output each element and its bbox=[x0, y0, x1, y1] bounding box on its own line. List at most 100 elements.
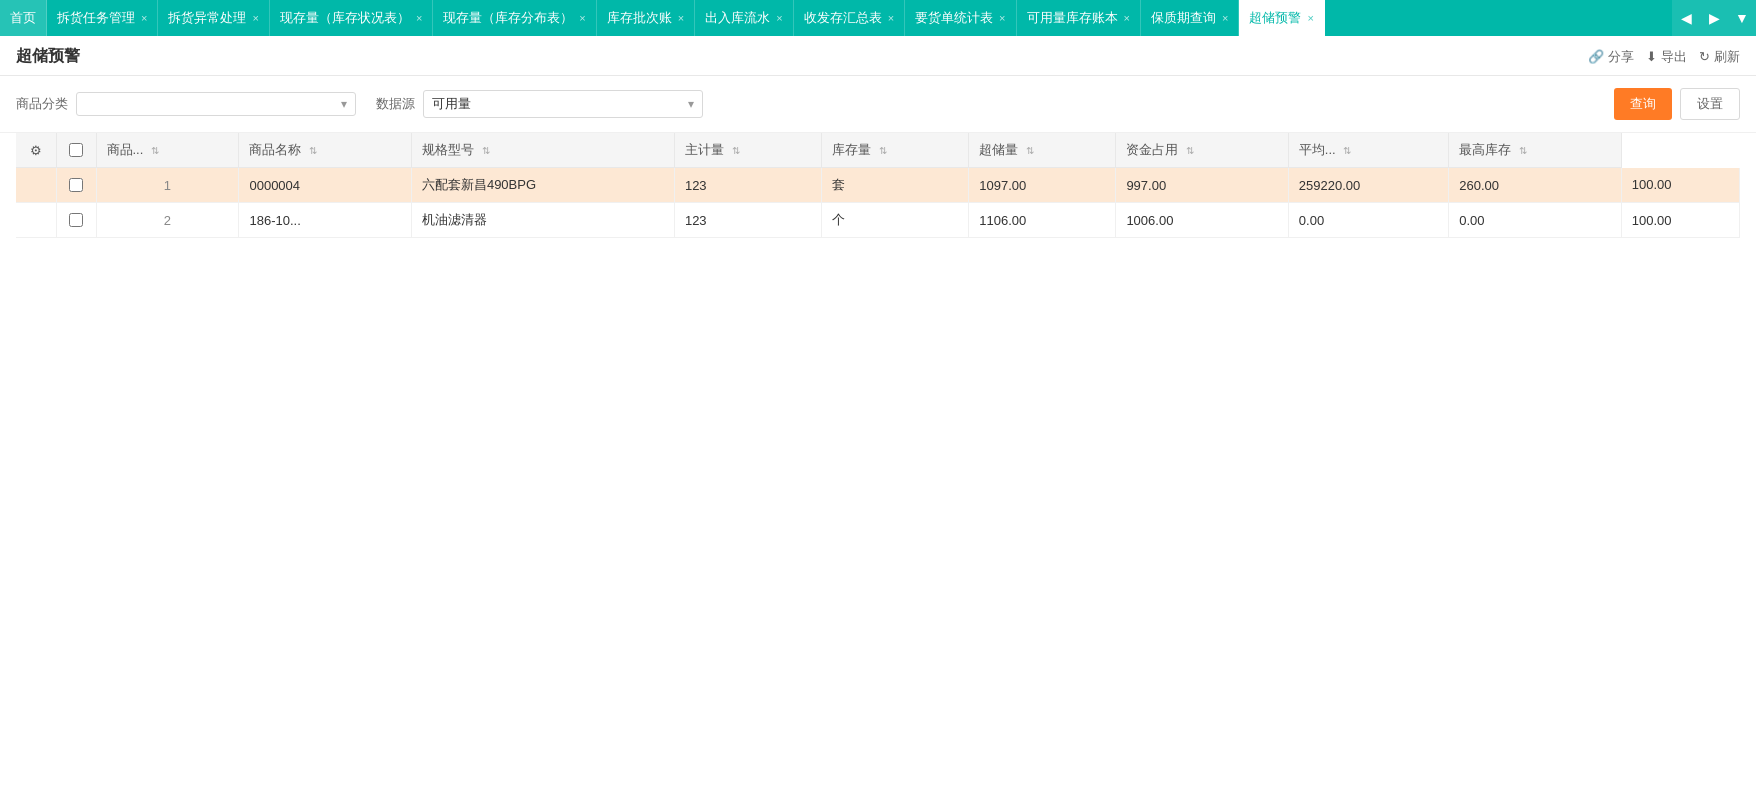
nav-label-available-account: 可用量库存账本 bbox=[1027, 9, 1118, 27]
nav-item-available-account[interactable]: 可用量库存账本 × bbox=[1017, 0, 1141, 36]
row-checkbox-cell bbox=[56, 168, 96, 203]
nav-label-inventory-dist: 现存量（库存分布表） bbox=[443, 9, 573, 27]
category-filter-group: 商品分类 ▾ bbox=[16, 92, 356, 116]
nav-label-batch-account: 库存批次账 bbox=[607, 9, 672, 27]
data-table: ⚙ 商品... ⇅ 商品名称 ⇅ 规格型号 bbox=[16, 133, 1740, 238]
filter-actions: 查询 设置 bbox=[1614, 88, 1740, 120]
nav-arrow-right[interactable]: ▶ bbox=[1700, 0, 1728, 36]
row-settings-cell bbox=[16, 168, 56, 203]
overstock-header[interactable]: 超储量 ⇅ bbox=[969, 133, 1116, 168]
share-button[interactable]: 🔗 分享 bbox=[1588, 48, 1634, 66]
query-button[interactable]: 查询 bbox=[1614, 88, 1672, 120]
nav-label-inventory-status: 现存量（库存状况表） bbox=[280, 9, 410, 27]
chevron-down-icon: ▾ bbox=[688, 97, 694, 111]
nav-label-home: 首页 bbox=[10, 9, 36, 27]
nav-item-home[interactable]: 首页 bbox=[0, 0, 47, 36]
row-checkbox-cell bbox=[56, 203, 96, 238]
close-icon[interactable]: × bbox=[1307, 12, 1313, 24]
nav-label-quality-period: 保质期查询 bbox=[1151, 9, 1216, 27]
stock-cell: 1106.00 bbox=[969, 203, 1116, 238]
spec-header[interactable]: 规格型号 ⇅ bbox=[411, 133, 674, 168]
nav-label-order-stats: 要货单统计表 bbox=[915, 9, 993, 27]
row-settings-cell bbox=[16, 203, 56, 238]
max-stock-cell: 100.00 bbox=[1621, 168, 1739, 203]
product-code-cell: 186-10... bbox=[239, 203, 411, 238]
category-select[interactable]: ▾ bbox=[76, 92, 356, 116]
overstock-cell: 1006.00 bbox=[1116, 203, 1288, 238]
nav-arrows: ◀ ▶ ▼ bbox=[1672, 0, 1756, 36]
datasource-select[interactable]: 可用量 ▾ bbox=[423, 90, 703, 118]
product-name-cell: 机油滤清器 bbox=[411, 203, 674, 238]
overstock-cell: 997.00 bbox=[1116, 168, 1288, 203]
settings-button[interactable]: 设置 bbox=[1680, 88, 1740, 120]
settings-column-header: ⚙ bbox=[16, 133, 56, 168]
close-icon[interactable]: × bbox=[141, 12, 147, 24]
page-header: 超储预警 🔗 分享 ⬇ 导出 ↻ 刷新 bbox=[0, 36, 1756, 76]
export-label: 导出 bbox=[1661, 48, 1687, 66]
nav-item-tuo-huo-task[interactable]: 拆货任务管理 × bbox=[47, 0, 158, 36]
row-checkbox[interactable] bbox=[69, 178, 83, 192]
sort-icon: ⇅ bbox=[1519, 145, 1527, 156]
spec-cell: 123 bbox=[674, 168, 821, 203]
nav-item-collect-summary[interactable]: 收发存汇总表 × bbox=[794, 0, 905, 36]
stock-header[interactable]: 库存量 ⇅ bbox=[822, 133, 969, 168]
nav-item-inout-flow[interactable]: 出入库流水 × bbox=[695, 0, 793, 36]
unit-header[interactable]: 主计量 ⇅ bbox=[674, 133, 821, 168]
nav-arrow-more[interactable]: ▼ bbox=[1728, 0, 1756, 36]
share-icon: 🔗 bbox=[1588, 49, 1604, 64]
sort-icon: ⇅ bbox=[309, 145, 317, 156]
select-all-checkbox[interactable] bbox=[69, 143, 83, 157]
refresh-button[interactable]: ↻ 刷新 bbox=[1699, 48, 1740, 66]
refresh-label: 刷新 bbox=[1714, 48, 1740, 66]
settings-icon[interactable]: ⚙ bbox=[30, 143, 42, 158]
capital-header[interactable]: 资金占用 ⇅ bbox=[1116, 133, 1288, 168]
close-icon[interactable]: × bbox=[1124, 12, 1130, 24]
row-number: 2 bbox=[96, 203, 239, 238]
table-container: ⚙ 商品... ⇅ 商品名称 ⇅ 规格型号 bbox=[0, 133, 1756, 238]
close-icon[interactable]: × bbox=[416, 12, 422, 24]
avg-header[interactable]: 平均... ⇅ bbox=[1288, 133, 1448, 168]
nav-label-inout-flow: 出入库流水 bbox=[705, 9, 770, 27]
category-filter-label: 商品分类 bbox=[16, 95, 68, 113]
nav-label-collect-summary: 收发存汇总表 bbox=[804, 9, 882, 27]
product-name-header[interactable]: 商品名称 ⇅ bbox=[239, 133, 411, 168]
close-icon[interactable]: × bbox=[776, 12, 782, 24]
stock-cell: 1097.00 bbox=[969, 168, 1116, 203]
nav-arrow-left[interactable]: ◀ bbox=[1672, 0, 1700, 36]
nav-item-inventory-dist[interactable]: 现存量（库存分布表） × bbox=[433, 0, 596, 36]
nav-label-tuo-huo-task: 拆货任务管理 bbox=[57, 9, 135, 27]
close-icon[interactable]: × bbox=[579, 12, 585, 24]
table-header-row: ⚙ 商品... ⇅ 商品名称 ⇅ 规格型号 bbox=[16, 133, 1740, 168]
export-icon: ⬇ bbox=[1646, 49, 1657, 64]
close-icon[interactable]: × bbox=[1222, 12, 1228, 24]
sort-icon: ⇅ bbox=[482, 145, 490, 156]
row-checkbox[interactable] bbox=[69, 213, 83, 227]
max-stock-header[interactable]: 最高库存 ⇅ bbox=[1449, 133, 1621, 168]
datasource-filter-group: 数据源 可用量 ▾ bbox=[376, 90, 703, 118]
table-row: 2 186-10... 机油滤清器 123 个 1106.00 1006.00 … bbox=[16, 203, 1740, 238]
close-icon[interactable]: × bbox=[678, 12, 684, 24]
capital-cell: 259220.00 bbox=[1288, 168, 1448, 203]
close-icon[interactable]: × bbox=[888, 12, 894, 24]
nav-item-quality-period[interactable]: 保质期查询 × bbox=[1141, 0, 1239, 36]
nav-item-overstock-warning[interactable]: 超储预警 × bbox=[1239, 0, 1324, 36]
page-title: 超储预警 bbox=[16, 46, 80, 67]
nav-item-inventory-status[interactable]: 现存量（库存状况表） × bbox=[270, 0, 433, 36]
refresh-icon: ↻ bbox=[1699, 49, 1710, 64]
nav-label-tuo-huo-exception: 拆货异常处理 bbox=[168, 9, 246, 27]
nav-item-tuo-huo-exception[interactable]: 拆货异常处理 × bbox=[158, 0, 269, 36]
export-button[interactable]: ⬇ 导出 bbox=[1646, 48, 1687, 66]
chevron-down-icon: ▾ bbox=[341, 97, 347, 111]
product-code-cell: 0000004 bbox=[239, 168, 411, 203]
product-code-header[interactable]: 商品... ⇅ bbox=[96, 133, 239, 168]
sort-icon: ⇅ bbox=[151, 145, 159, 156]
capital-cell: 0.00 bbox=[1288, 203, 1448, 238]
nav-item-batch-account[interactable]: 库存批次账 × bbox=[597, 0, 695, 36]
top-navigation: 首页 拆货任务管理 × 拆货异常处理 × 现存量（库存状况表） × 现存量（库存… bbox=[0, 0, 1756, 36]
checkbox-column-header bbox=[56, 133, 96, 168]
sort-icon: ⇅ bbox=[1186, 145, 1194, 156]
spec-cell: 123 bbox=[674, 203, 821, 238]
close-icon[interactable]: × bbox=[252, 12, 258, 24]
nav-item-order-stats[interactable]: 要货单统计表 × bbox=[905, 0, 1016, 36]
close-icon[interactable]: × bbox=[999, 12, 1005, 24]
